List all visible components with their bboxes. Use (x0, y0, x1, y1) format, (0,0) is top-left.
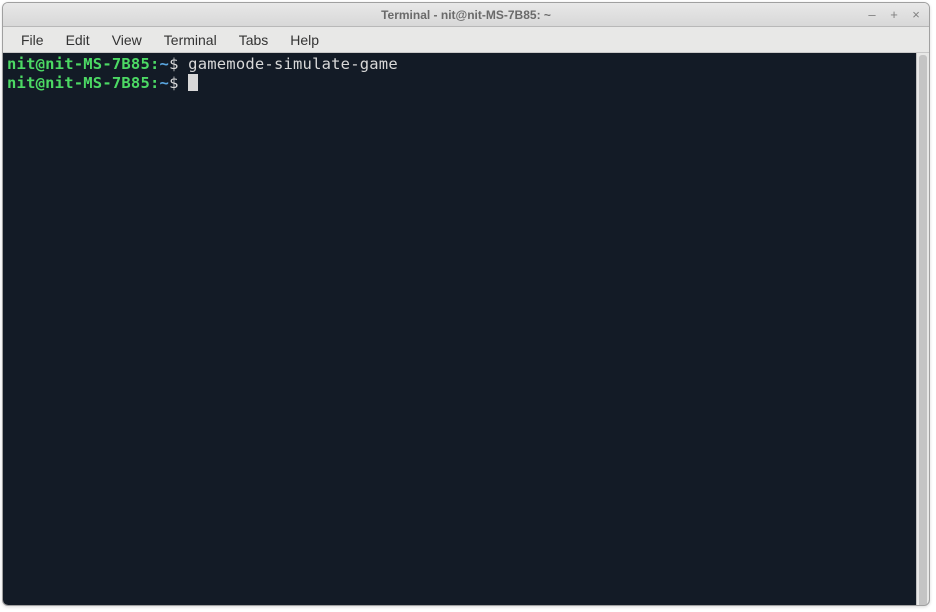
menubar: File Edit View Terminal Tabs Help (3, 27, 929, 53)
menu-view[interactable]: View (102, 29, 152, 51)
prompt-user-host: nit@nit-MS-7B85 (7, 55, 150, 73)
prompt-dollar: $ (169, 74, 179, 92)
titlebar[interactable]: Terminal - nit@nit-MS-7B85: ~ – + × (3, 3, 929, 27)
prompt-colon: : (150, 74, 160, 92)
terminal-content[interactable]: nit@nit-MS-7B85:~$ gamemode-simulate-gam… (3, 53, 916, 605)
menu-tabs[interactable]: Tabs (229, 29, 279, 51)
close-button[interactable]: × (909, 7, 923, 22)
menu-file[interactable]: File (11, 29, 54, 51)
scrollbar-thumb[interactable] (919, 55, 927, 606)
cursor-icon (188, 74, 198, 91)
prompt-dollar: $ (169, 55, 179, 73)
window-controls: – + × (865, 3, 923, 26)
prompt-path: ~ (160, 55, 170, 73)
terminal-window: Terminal - nit@nit-MS-7B85: ~ – + × File… (2, 2, 930, 606)
scrollbar[interactable] (916, 53, 929, 605)
prompt-path: ~ (160, 74, 170, 92)
menu-terminal[interactable]: Terminal (154, 29, 227, 51)
window-title: Terminal - nit@nit-MS-7B85: ~ (381, 8, 551, 22)
prompt-user-host: nit@nit-MS-7B85 (7, 74, 150, 92)
maximize-button[interactable]: + (887, 7, 901, 22)
menu-edit[interactable]: Edit (56, 29, 100, 51)
menu-help[interactable]: Help (280, 29, 329, 51)
terminal-area[interactable]: nit@nit-MS-7B85:~$ gamemode-simulate-gam… (3, 53, 929, 605)
minimize-button[interactable]: – (865, 7, 879, 22)
command-text: gamemode-simulate-game (188, 55, 398, 73)
prompt-colon: : (150, 55, 160, 73)
